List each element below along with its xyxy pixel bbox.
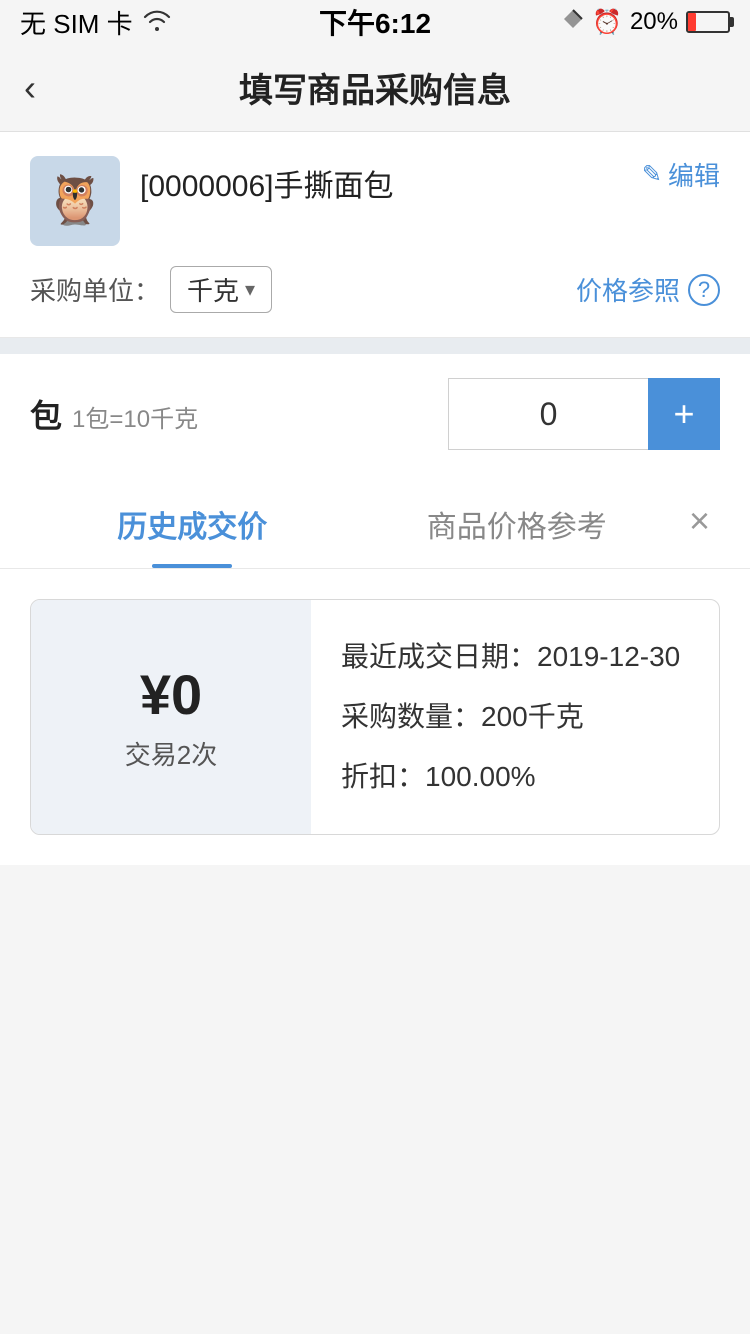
back-button[interactable]: ‹: [24, 67, 36, 109]
history-price: ¥0: [140, 662, 202, 727]
battery-icon: [686, 11, 730, 33]
tabs-panel: 历史成交价 商品价格参考 × ¥0 交易2次 最近成交日期：2019-12-30…: [0, 474, 750, 865]
quantity-sub-label: 1包=10千克: [72, 399, 198, 434]
history-trades: 交易2次: [125, 735, 217, 772]
status-time: 下午6:12: [319, 2, 431, 42]
tab-product-price-ref[interactable]: 商品价格参考: [354, 474, 678, 568]
product-code-name: [0000006]手撕面包: [140, 156, 393, 205]
quantity-plus-button[interactable]: +: [648, 378, 720, 450]
price-ref-label: 价格参照: [576, 271, 680, 308]
product-owl-icon: 🦉: [45, 177, 105, 225]
date-value: 2019-12-30: [537, 641, 680, 672]
quantity-label: 包 1包=10千克: [30, 391, 198, 437]
product-card: 🦉 [0000006]手撕面包 ✎ 编辑 采购单位： 千克 ▾ 价格参照 ?: [0, 132, 750, 338]
discount-value: 100.00%: [425, 761, 536, 792]
history-card: ¥0 交易2次 最近成交日期：2019-12-30 采购数量：200千克 折扣：…: [30, 599, 720, 835]
quantity-unit-big: 包: [30, 391, 62, 437]
history-date-row: 最近成交日期：2019-12-30: [341, 636, 689, 678]
quantity-input-group: +: [448, 378, 720, 450]
qty-label: 采购数量：: [341, 701, 481, 732]
tab-content: ¥0 交易2次 最近成交日期：2019-12-30 采购数量：200千克 折扣：…: [0, 569, 750, 865]
discount-label: 折扣：: [341, 761, 425, 792]
status-bar: 无 SIM 卡 下午6:12 ⏰ 20%: [0, 0, 750, 44]
edit-label: 编辑: [668, 156, 720, 193]
history-left: ¥0 交易2次: [31, 600, 311, 834]
location-icon: [562, 8, 584, 37]
battery-percent: 20%: [630, 8, 678, 36]
status-left: 无 SIM 卡: [20, 4, 171, 41]
history-qty-row: 采购数量：200千克: [341, 696, 689, 738]
section-divider: [0, 338, 750, 354]
page-title: 填写商品采购信息: [239, 63, 511, 112]
nav-bar: ‹ 填写商品采购信息: [0, 44, 750, 132]
wifi-icon: [143, 7, 171, 38]
unit-value: 千克: [187, 271, 239, 308]
unit-label: 采购单位：: [30, 271, 160, 308]
tabs-header: 历史成交价 商品价格参考 ×: [0, 474, 750, 569]
history-right: 最近成交日期：2019-12-30 采购数量：200千克 折扣：100.00%: [311, 600, 719, 834]
status-right: ⏰ 20%: [562, 8, 730, 37]
date-label: 最近成交日期：: [341, 641, 537, 672]
help-icon: ?: [688, 274, 720, 306]
product-thumbnail: 🦉: [30, 156, 120, 246]
quantity-input[interactable]: [448, 378, 648, 450]
edit-button[interactable]: ✎ 编辑: [642, 156, 720, 193]
product-info: 🦉 [0000006]手撕面包: [30, 156, 393, 246]
carrier-text: 无 SIM 卡: [20, 4, 133, 41]
unit-selector[interactable]: 千克 ▾: [170, 266, 272, 313]
qty-value: 200千克: [481, 701, 584, 732]
unit-section: 采购单位： 千克 ▾: [30, 266, 272, 313]
quantity-row: 包 1包=10千克 +: [0, 354, 750, 474]
price-ref-button[interactable]: 价格参照 ?: [576, 271, 720, 308]
edit-icon: ✎: [642, 160, 662, 189]
alarm-icon: ⏰: [592, 8, 622, 37]
tab-history-price[interactable]: 历史成交价: [30, 474, 354, 568]
tab-close-button[interactable]: ×: [679, 480, 720, 562]
history-discount-row: 折扣：100.00%: [341, 756, 689, 798]
chevron-down-icon: ▾: [245, 277, 255, 302]
